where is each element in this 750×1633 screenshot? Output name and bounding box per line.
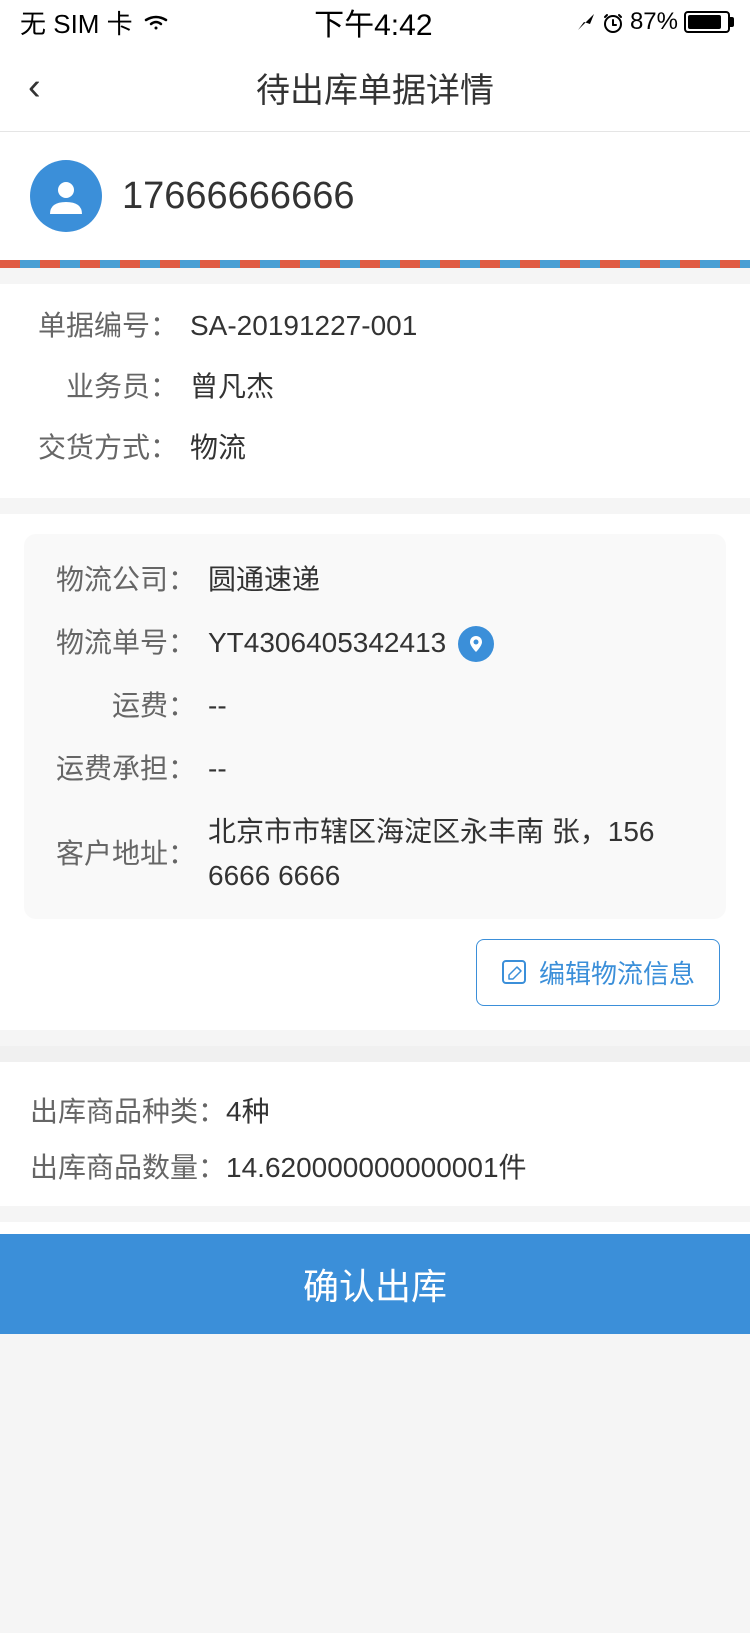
product-quantity-label: 出库商品数量：	[30, 1146, 226, 1186]
status-right: 87%	[576, 8, 730, 36]
agent-value: 曾凡杰	[190, 365, 720, 410]
avatar	[30, 160, 102, 232]
order-number-row: 单据编号： SA-20191227-001	[30, 304, 720, 349]
logistics-tracking-label: 物流单号：	[48, 621, 208, 666]
dashed-separator	[0, 260, 750, 268]
logistics-card: 物流公司： 圆通速递 物流单号： YT4306405342413 运费：	[24, 534, 726, 919]
confirm-button[interactable]: 确认出库	[303, 1258, 447, 1310]
customer-phone: 17666666666	[122, 175, 354, 218]
freight-bearer-label: 运费承担：	[48, 747, 208, 792]
freight-label: 运费：	[48, 684, 208, 729]
logistics-company-value: 圆通速递	[208, 558, 702, 603]
freight-value: --	[208, 684, 702, 729]
location-status-icon	[576, 12, 596, 32]
logistics-tracking-value: YT4306405342413	[208, 621, 702, 666]
bottom-spacer	[0, 1333, 750, 1533]
customer-header: 17666666666	[0, 132, 750, 260]
product-type-label: 出库商品种类：	[30, 1090, 226, 1130]
agent-row: 业务员： 曾凡杰	[30, 365, 720, 410]
delivery-value: 物流	[190, 426, 720, 471]
person-icon	[46, 176, 86, 216]
edit-btn-wrap: 编辑物流信息	[0, 939, 750, 1030]
status-left: 无 SIM 卡	[20, 4, 171, 41]
wifi-icon	[141, 12, 171, 32]
freight-row: 运费： --	[48, 684, 702, 729]
edit-logistics-button[interactable]: 编辑物流信息	[476, 939, 720, 1006]
address-label: 客户地址：	[48, 832, 208, 877]
page-title: 待出库单据详情	[256, 63, 494, 112]
logistics-section: 物流公司： 圆通速递 物流单号： YT4306405342413 运费：	[0, 514, 750, 1030]
edit-btn-label: 编辑物流信息	[539, 954, 695, 991]
address-value: 北京市市辖区海淀区永丰南 张，156 6666 6666	[208, 810, 702, 900]
back-button[interactable]: ‹	[28, 66, 41, 109]
product-type-row: 出库商品种类： 4种	[30, 1090, 720, 1130]
product-quantity-row: 出库商品数量： 14.620000000000001件	[30, 1146, 720, 1186]
customer-section: 17666666666	[0, 132, 750, 268]
agent-label: 业务员：	[30, 365, 190, 410]
battery-percent: 87%	[630, 8, 678, 36]
battery-icon	[684, 11, 730, 33]
freight-bearer-row: 运费承担： --	[48, 747, 702, 792]
alarm-icon	[602, 11, 624, 33]
logistics-company-label: 物流公司：	[48, 558, 208, 603]
nav-bar: ‹ 待出库单据详情	[0, 44, 750, 132]
order-number-value: SA-20191227-001	[190, 304, 720, 349]
delivery-label: 交货方式：	[30, 426, 190, 471]
confirm-btn-wrap: 确认出库	[0, 1234, 750, 1334]
product-type-value: 4种	[226, 1090, 270, 1130]
battery-fill	[688, 15, 721, 29]
product-quantity-value: 14.620000000000001件	[226, 1146, 527, 1186]
edit-icon	[501, 959, 529, 987]
delivery-row: 交货方式： 物流	[30, 426, 720, 471]
logistics-tracking-row: 物流单号： YT4306405342413	[48, 621, 702, 666]
map-pin-icon[interactable]	[458, 626, 494, 662]
section-divider	[0, 1046, 750, 1062]
logistics-company-row: 物流公司： 圆通速递	[48, 558, 702, 603]
freight-bearer-value: --	[208, 747, 702, 792]
order-number-label: 单据编号：	[30, 304, 190, 349]
carrier-label: 无 SIM 卡	[20, 4, 133, 41]
address-row: 客户地址： 北京市市辖区海淀区永丰南 张，156 6666 6666	[48, 810, 702, 900]
status-time: 下午4:42	[314, 0, 432, 44]
order-info-section: 单据编号： SA-20191227-001 业务员： 曾凡杰 交货方式： 物流	[0, 284, 750, 498]
status-bar: 无 SIM 卡 下午4:42 87%	[0, 0, 750, 44]
product-section: 出库商品种类： 4种 出库商品数量： 14.620000000000001件	[0, 1062, 750, 1206]
